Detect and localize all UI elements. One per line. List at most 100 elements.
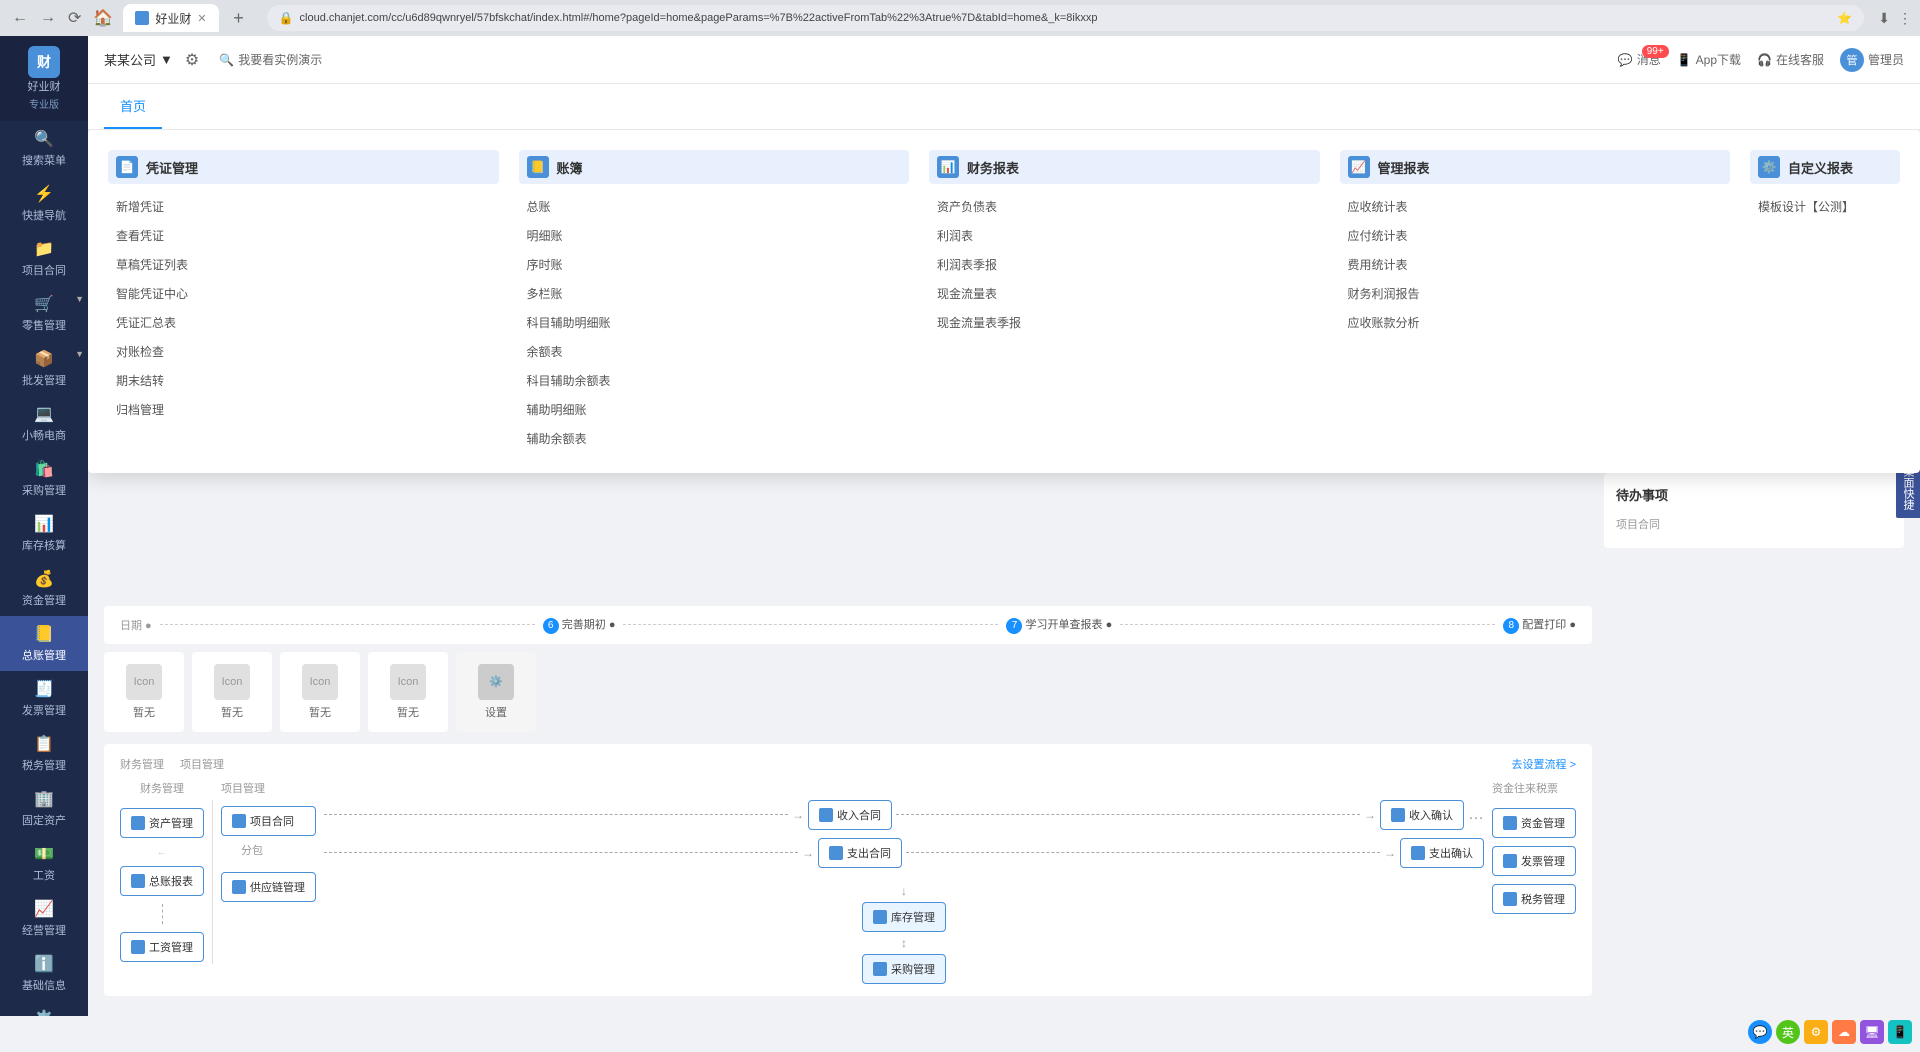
menu-item-view-voucher[interactable]: 查看凭证 [108,221,499,250]
flow-box-expense-contract[interactable]: 支出合同 [818,838,902,868]
financial-section-icon: 📊 [937,156,959,178]
flow-box-invoice-mgmt[interactable]: 发票管理 [1492,846,1576,876]
icon-card-settings[interactable]: ⚙️ 设置 [456,652,536,732]
sidebar-item-project[interactable]: 📁 项目合同 [0,231,88,286]
menu-item-receivable-stats[interactable]: 应收统计表 [1340,192,1731,221]
flow-box-supply[interactable]: 供应链管理 [221,872,316,902]
sidebar-item-purchase[interactable]: 🛍️ 采购管理 [0,451,88,506]
menu-item-archive[interactable]: 归档管理 [108,395,499,424]
sidebar-item-accounting[interactable]: 📒 总账管理 [0,616,88,671]
voucher-section-icon: 📄 [116,156,138,178]
reload-btn[interactable]: ⟳ [64,6,85,30]
sidebar-item-invoice[interactable]: 🧾 发票管理 [0,671,88,726]
menu-item-reconciliation[interactable]: 对账检查 [108,337,499,366]
menu-item-smart-voucher[interactable]: 智能凭证中心 [108,279,499,308]
sidebar-item-system[interactable]: ⚙️ 系统管理 [0,1001,88,1016]
sidebar-item-wholesale[interactable]: 📦 批发管理 ▼ [0,341,88,396]
tab-home[interactable]: 首页 [104,84,162,129]
demo-search-btn[interactable]: 🔍 我要看实例演示 [211,47,330,72]
inventory-flow-icon [873,910,887,924]
sidebar-item-assets[interactable]: 🏢 固定资产 [0,781,88,836]
ecommerce-icon: 💻 [34,404,54,424]
icon-card-3[interactable]: Icon 暂无 [280,652,360,732]
menu-item-sequential-ledger[interactable]: 序时账 [519,250,910,279]
message-btn[interactable]: 💬 消息 99+ [1618,51,1661,68]
active-tab[interactable]: 好业财 ✕ [123,4,218,32]
flow-box-tax[interactable]: 税务管理 [1492,884,1576,914]
sidebar-item-tax[interactable]: 📋 税务管理 [0,726,88,781]
flow-box-income-contract[interactable]: 收入合同 [808,800,892,830]
flow-chart: 财务管理 项目管理 去设置流程 > 财务管理 资产管理 [104,744,1592,996]
menu-item-profit-report-mgmt[interactable]: 财务利润报告 [1340,279,1731,308]
menu-item-subject-detail[interactable]: 科目辅助明细账 [519,308,910,337]
tab-close-btn[interactable]: ✕ [197,12,206,25]
dots-1: … [1468,806,1484,824]
general-report-icon [131,874,145,888]
subcontract-label: 分包 [221,842,316,858]
menu-item-profit-quarterly[interactable]: 利润表季报 [929,250,1320,279]
url-bar[interactable]: cloud.chanjet.com/cc/u6d89qwnryel/57bfsk… [300,12,1832,24]
tab-title: 好业财 [155,10,191,27]
flow-box-salary[interactable]: 工资管理 [120,932,204,962]
forward-btn[interactable]: → [36,7,60,29]
flow-box-inventory[interactable]: 库存管理 [862,902,946,932]
sidebar-label-operations: 经营管理 [22,922,66,938]
sidebar-item-capital[interactable]: 💰 资金管理 [0,561,88,616]
sidebar-item-search[interactable]: 🔍 搜索菜单 [0,121,88,176]
menu-item-period-end[interactable]: 期末结转 [108,366,499,395]
todo-item-project[interactable]: 项目合同 [1616,512,1892,536]
menu-item-multi-column-ledger[interactable]: 多栏账 [519,279,910,308]
sidebar-item-operations[interactable]: 📈 经营管理 [0,891,88,946]
menu-item-receivable-analysis[interactable]: 应收账款分析 [1340,308,1731,337]
menu-item-auxiliary-balance[interactable]: 辅助余额表 [519,424,910,453]
flow-box-general-report[interactable]: 总账报表 [120,866,204,896]
menu-item-general-ledger[interactable]: 总账 [519,192,910,221]
flow-box-project[interactable]: 项目合同 [221,806,316,836]
icon-row: Icon 暂无 Icon 暂无 Icon 暂无 Icon 暂无 [104,652,1592,732]
sidebar-item-retail[interactable]: 🛒 零售管理 ▼ [0,286,88,341]
icon-card-4[interactable]: Icon 暂无 [368,652,448,732]
user-avatar[interactable]: 管 管理员 [1840,48,1904,72]
menu-item-cashflow-quarterly[interactable]: 现金流量表季报 [929,308,1320,337]
menu-item-expense-stats[interactable]: 费用统计表 [1340,250,1731,279]
icon-card-1[interactable]: Icon 暂无 [104,652,184,732]
menu-item-voucher-summary[interactable]: 凭证汇总表 [108,308,499,337]
menu-item-payable-stats[interactable]: 应付统计表 [1340,221,1731,250]
menu-item-subject-balance[interactable]: 科目辅助余额表 [519,366,910,395]
sidebar-label-accounting: 总账管理 [22,647,66,663]
menu-item-cashflow-report[interactable]: 现金流量表 [929,279,1320,308]
app-container: 财 好业财 专业版 🔍 搜索菜单 ⚡ 快捷导航 📁 项目合同 🛒 零售管理 ▼ … [0,36,1920,1016]
flow-box-expense-confirm[interactable]: 支出确认 [1400,838,1484,868]
setup-flow-link[interactable]: 去设置流程 > [1512,756,1576,772]
menu-item-detail-ledger[interactable]: 明细账 [519,221,910,250]
back-btn[interactable]: ← [8,7,32,29]
new-tab-btn[interactable]: + [225,4,253,32]
menu-item-balance-report[interactable]: 资产负债表 [929,192,1320,221]
menu-icon[interactable]: ⋮ [1898,10,1912,27]
home-btn[interactable]: 🏠 [89,6,117,30]
menu-item-draft-voucher[interactable]: 草稿凭证列表 [108,250,499,279]
sidebar-item-salary[interactable]: 💵 工资 [0,836,88,891]
sidebar-item-ecommerce[interactable]: 💻 小畅电商 [0,396,88,451]
icon-card-2[interactable]: Icon 暂无 [192,652,272,732]
flow-box-purchase[interactable]: 采购管理 [862,954,946,984]
online-service-btn[interactable]: 🎧 在线客服 [1757,51,1824,68]
sidebar-item-shortcut[interactable]: ⚡ 快捷导航 [0,176,88,231]
flow-box-income-confirm[interactable]: 收入确认 [1380,800,1464,830]
sidebar-item-basic[interactable]: ℹ️ 基础信息 [0,946,88,1001]
download-icon[interactable]: ⬇ [1878,10,1890,27]
menu-item-balance-sheet[interactable]: 余额表 [519,337,910,366]
capital-flow-icon [1503,816,1517,830]
menu-item-template-design[interactable]: 模板设计【公测】 [1750,192,1900,221]
flow-box-capital[interactable]: 资金管理 [1492,808,1576,838]
app-download-btn[interactable]: 📱 App下载 [1677,51,1741,68]
system-icon: ⚙️ [34,1009,54,1016]
settings-gear-icon[interactable]: ⚙ [185,50,199,70]
menu-item-new-voucher[interactable]: 新增凭证 [108,192,499,221]
dashed-line-2 [896,814,1360,815]
flow-box-asset[interactable]: 资产管理 [120,808,204,838]
menu-item-profit-report[interactable]: 利润表 [929,221,1320,250]
sidebar-item-inventory[interactable]: 📊 库存核算 [0,506,88,561]
company-selector[interactable]: 某某公司 ▼ [104,50,173,69]
menu-item-auxiliary-detail[interactable]: 辅助明细账 [519,395,910,424]
